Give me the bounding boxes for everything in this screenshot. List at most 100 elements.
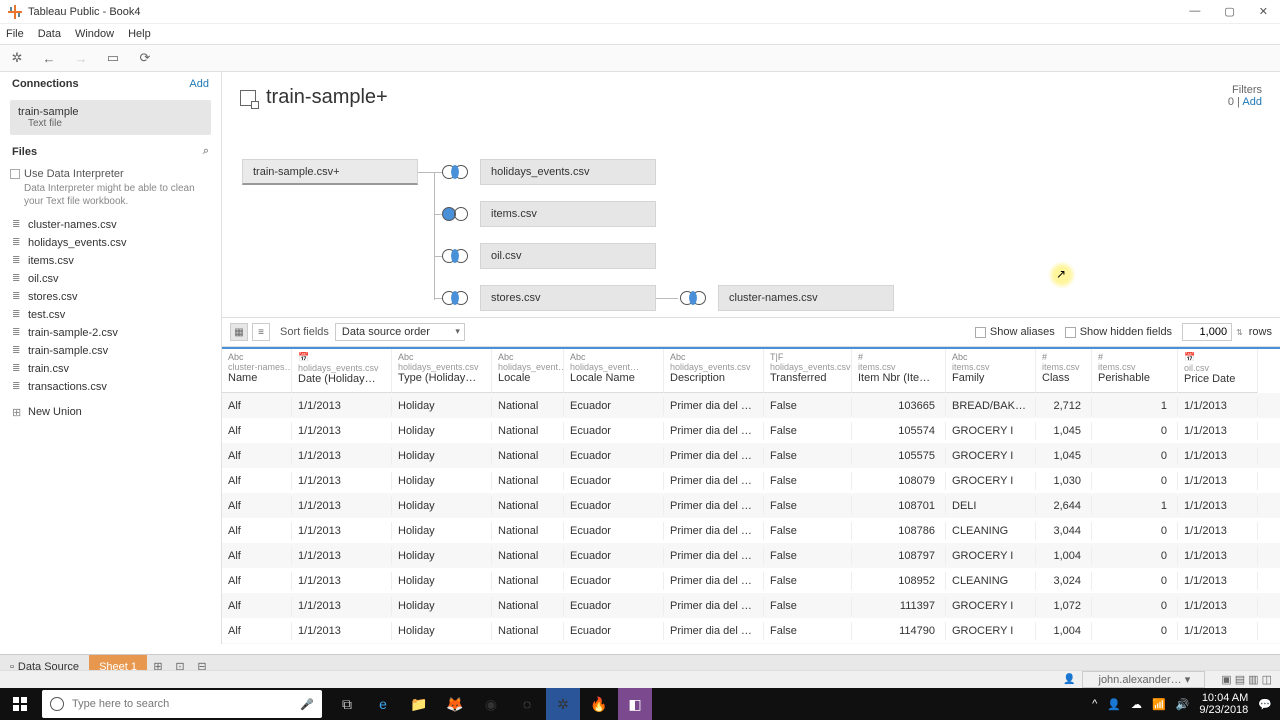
toolbar: ✲ ← → ▭ ⟳ <box>0 44 1280 72</box>
clock[interactable]: 10:04 AM 9/23/2018 <box>1199 692 1248 716</box>
filters-box: Filters 0 | Add <box>1228 84 1262 108</box>
connection-name: train-sample <box>18 106 203 118</box>
column-header[interactable]: Abcholidays_event…Locale <box>492 349 564 393</box>
table-clusters[interactable]: cluster-names.csv <box>718 285 894 311</box>
task-view-icon[interactable]: ⧉ <box>330 688 364 720</box>
menu-help[interactable]: Help <box>128 28 151 40</box>
interpreter-hint: Data Interpreter might be able to clean … <box>24 182 207 208</box>
column-header[interactable]: T|Fholidays_events.csvTransferred <box>764 349 852 393</box>
table-row[interactable]: Alf1/1/2013HolidayNationalEcuadorPrimer … <box>222 468 1280 493</box>
file-item[interactable]: transactions.csv <box>0 378 221 396</box>
file-item[interactable]: train-sample.csv <box>0 342 221 360</box>
firefox-icon[interactable]: 🦊 <box>438 688 472 720</box>
column-header[interactable]: Abcholidays_event…Locale Name <box>564 349 664 393</box>
search-files-icon[interactable]: ⌕ <box>203 145 209 158</box>
table-holidays[interactable]: holidays_events.csv <box>480 159 656 185</box>
menu-file[interactable]: File <box>6 28 24 40</box>
file-item[interactable]: cluster-names.csv <box>0 216 221 234</box>
notifications-icon[interactable]: 💬 <box>1258 698 1272 711</box>
refresh-button[interactable]: ⟳ <box>136 50 154 66</box>
hidden-checkbox[interactable] <box>1065 327 1076 338</box>
back-button[interactable]: ← <box>40 51 58 66</box>
interpreter-label: Use Data Interpreter <box>24 168 207 180</box>
list-view-button[interactable]: ≡ <box>252 323 270 341</box>
close-button[interactable]: ✕ <box>1259 5 1268 18</box>
table-row[interactable]: Alf1/1/2013HolidayNationalEcuadorPrimer … <box>222 568 1280 593</box>
file-item[interactable]: train-sample-2.csv <box>0 324 221 342</box>
file-item[interactable]: items.csv <box>0 252 221 270</box>
join-icon[interactable] <box>442 290 468 306</box>
join-canvas[interactable]: train-sample.csv+ holidays_events.csv it… <box>222 117 1280 317</box>
table-row[interactable]: Alf1/1/2013HolidayNationalEcuadorPrimer … <box>222 393 1280 418</box>
table-row[interactable]: Alf1/1/2013HolidayNationalEcuadorPrimer … <box>222 443 1280 468</box>
table-row[interactable]: Alf1/1/2013HolidayNationalEcuadorPrimer … <box>222 618 1280 643</box>
column-header[interactable]: 📅oil.csvPrice Date <box>1178 349 1258 393</box>
file-item[interactable]: stores.csv <box>0 288 221 306</box>
window-title: Tableau Public - Book4 <box>28 6 141 18</box>
presentation-icon[interactable]: ▣ ▤ ▥ ◫ <box>1221 673 1272 686</box>
app-icon-2[interactable]: 🔥 <box>582 688 616 720</box>
table-row[interactable]: Alf1/1/2013HolidayNationalEcuadorPrimer … <box>222 643 1280 644</box>
column-header[interactable]: #items.csvPerishable <box>1092 349 1178 393</box>
aliases-checkbox[interactable] <box>975 327 986 338</box>
column-header[interactable]: Abcholidays_events.csvType (Holiday… <box>392 349 492 393</box>
menu-window[interactable]: Window <box>75 28 114 40</box>
tableau-taskbar-icon[interactable]: ✲ <box>546 688 580 720</box>
column-header[interactable]: #items.csvItem Nbr (Ite… <box>852 349 946 393</box>
connection-type: Text file <box>28 118 203 129</box>
column-header[interactable]: Abccluster-names…Name <box>222 349 292 393</box>
join-icon[interactable] <box>442 248 468 264</box>
file-item[interactable]: oil.csv <box>0 270 221 288</box>
rows-input[interactable] <box>1182 323 1232 341</box>
table-row[interactable]: Alf1/1/2013HolidayNationalEcuadorPrimer … <box>222 518 1280 543</box>
connection-item[interactable]: train-sample Text file <box>10 100 211 135</box>
table-oil[interactable]: oil.csv <box>480 243 656 269</box>
minimize-button[interactable]: — <box>1189 5 1200 18</box>
table-stores[interactable]: stores.csv <box>480 285 656 311</box>
join-icon[interactable] <box>442 164 468 180</box>
add-filter-button[interactable]: Add <box>1242 96 1262 108</box>
sort-dropdown[interactable]: Data source order <box>335 323 465 341</box>
join-icon[interactable] <box>680 290 706 306</box>
chrome-icon[interactable]: ◉ <box>474 688 508 720</box>
column-header[interactable]: #items.csvClass <box>1036 349 1092 393</box>
column-header[interactable]: Abcitems.csvFamily <box>946 349 1036 393</box>
column-header[interactable]: 📅holidays_events.csvDate (Holiday… <box>292 349 392 393</box>
files-label: Files <box>12 146 37 158</box>
join-icon[interactable] <box>442 206 468 222</box>
table-main[interactable]: train-sample.csv+ <box>242 159 418 185</box>
file-item[interactable]: train.csv <box>0 360 221 378</box>
volume-icon[interactable]: 🔊 <box>1176 698 1190 711</box>
datasource-title[interactable]: train-sample+ <box>266 86 388 109</box>
save-button[interactable]: ▭ <box>104 50 122 66</box>
column-header[interactable]: Abcholidays_events.csvDescription <box>664 349 764 393</box>
file-item[interactable]: test.csv <box>0 306 221 324</box>
menu-data[interactable]: Data <box>38 28 61 40</box>
interpreter-checkbox[interactable] <box>10 169 20 179</box>
file-item[interactable]: holidays_events.csv <box>0 234 221 252</box>
add-connection-button[interactable]: Add <box>189 78 209 90</box>
maximize-button[interactable]: ▢ <box>1224 5 1234 18</box>
start-button[interactable] <box>0 688 40 720</box>
app-icon[interactable]: ◌ <box>510 688 544 720</box>
wifi-icon[interactable]: 📶 <box>1152 698 1166 711</box>
mic-icon[interactable]: 🎤 <box>300 698 314 711</box>
grid-view-button[interactable]: ▦ <box>230 323 248 341</box>
people-icon[interactable]: 👤 <box>1107 698 1121 711</box>
hidden-label: Show hidden fields <box>1080 326 1172 338</box>
tableau-icon[interactable]: ✲ <box>8 50 26 66</box>
user-dropdown[interactable]: john.alexander… ▾ <box>1082 671 1206 688</box>
new-union-button[interactable]: New Union <box>0 400 221 424</box>
app-icon-3[interactable]: ◧ <box>618 688 652 720</box>
forward-button[interactable]: → <box>72 51 90 66</box>
table-row[interactable]: Alf1/1/2013HolidayNationalEcuadorPrimer … <box>222 543 1280 568</box>
table-items[interactable]: items.csv <box>480 201 656 227</box>
edge-icon[interactable]: e <box>366 688 400 720</box>
tray-up-icon[interactable]: ^ <box>1092 698 1097 710</box>
explorer-icon[interactable]: 📁 <box>402 688 436 720</box>
table-row[interactable]: Alf1/1/2013HolidayNationalEcuadorPrimer … <box>222 418 1280 443</box>
table-row[interactable]: Alf1/1/2013HolidayNationalEcuadorPrimer … <box>222 493 1280 518</box>
onedrive-icon[interactable]: ☁ <box>1131 698 1142 711</box>
table-row[interactable]: Alf1/1/2013HolidayNationalEcuadorPrimer … <box>222 593 1280 618</box>
taskbar-search[interactable]: Type here to search 🎤 <box>42 690 322 718</box>
